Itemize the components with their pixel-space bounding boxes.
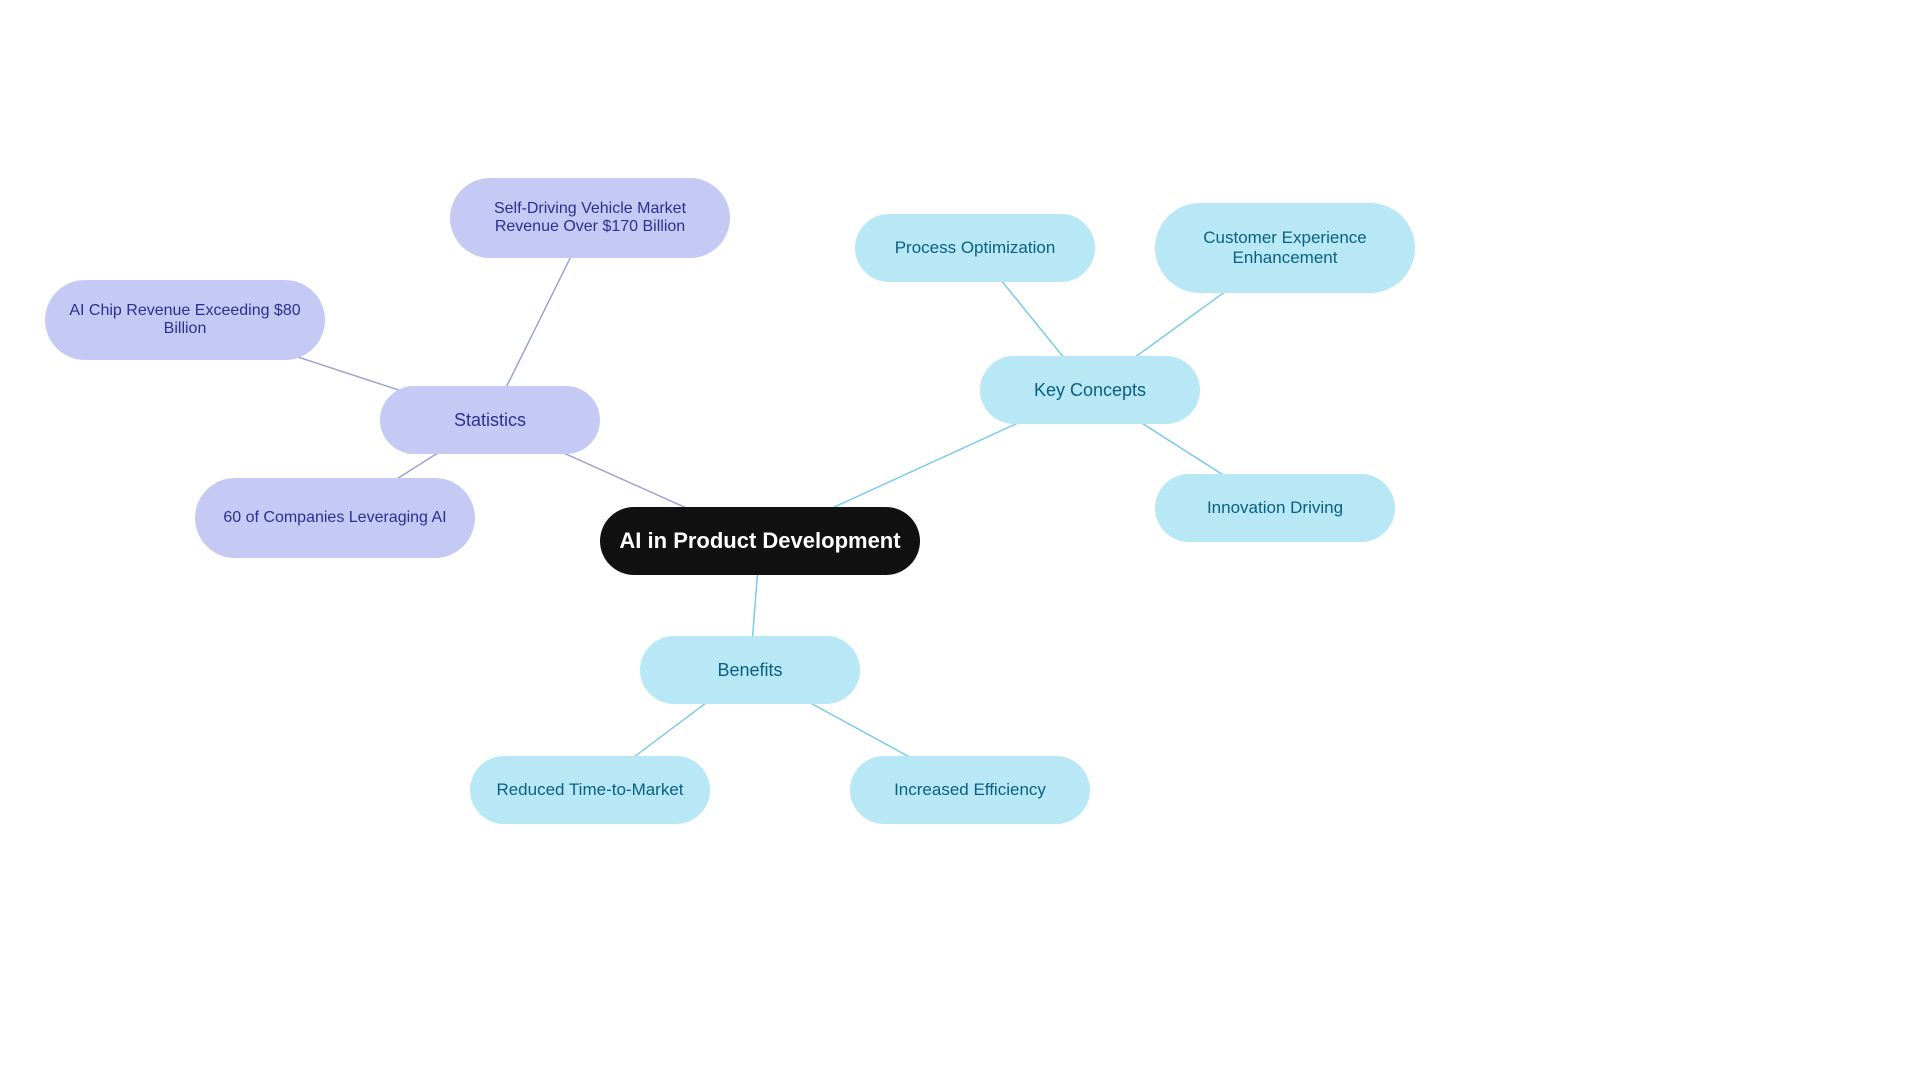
process-opt-label: Process Optimization (895, 238, 1056, 258)
companies-node[interactable]: 60 of Companies Leveraging AI (195, 478, 475, 558)
key-concepts-branch[interactable]: Key Concepts (980, 356, 1200, 424)
center-label: AI in Product Development (619, 528, 900, 554)
statistics-label: Statistics (454, 410, 526, 431)
increased-eff-node[interactable]: Increased Efficiency (850, 756, 1090, 824)
key-concepts-label: Key Concepts (1034, 380, 1146, 401)
customer-exp-label: Customer Experience Enhancement (1171, 228, 1399, 268)
innovation-label: Innovation Driving (1207, 498, 1343, 518)
benefits-branch[interactable]: Benefits (640, 636, 860, 704)
ai-chip-label: AI Chip Revenue Exceeding $80 Billion (65, 302, 305, 338)
center-node[interactable]: AI in Product Development (600, 507, 920, 575)
self-driving-label: Self-Driving Vehicle Market Revenue Over… (470, 200, 710, 236)
reduced-time-label: Reduced Time-to-Market (496, 780, 683, 800)
self-driving-node[interactable]: Self-Driving Vehicle Market Revenue Over… (450, 178, 730, 258)
companies-label: 60 of Companies Leveraging AI (223, 509, 446, 527)
benefits-label: Benefits (717, 660, 782, 681)
customer-exp-node[interactable]: Customer Experience Enhancement (1155, 203, 1415, 293)
process-opt-node[interactable]: Process Optimization (855, 214, 1095, 282)
increased-eff-label: Increased Efficiency (894, 780, 1046, 800)
ai-chip-node[interactable]: AI Chip Revenue Exceeding $80 Billion (45, 280, 325, 360)
innovation-node[interactable]: Innovation Driving (1155, 474, 1395, 542)
statistics-branch[interactable]: Statistics (380, 386, 600, 454)
reduced-time-node[interactable]: Reduced Time-to-Market (470, 756, 710, 824)
